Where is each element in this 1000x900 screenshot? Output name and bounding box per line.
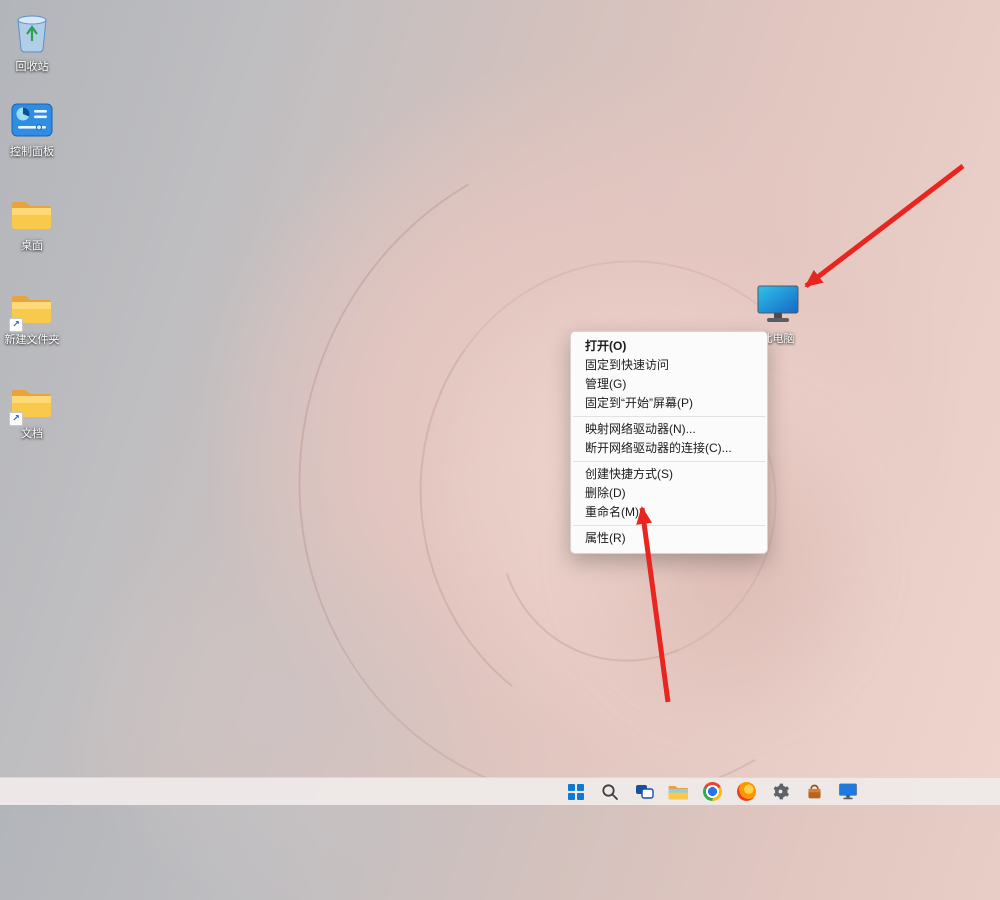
menu-item-pin-quick-access[interactable]: 固定到快速访问 [571,356,767,375]
start-button[interactable] [565,781,587,803]
menu-item-disconnect-network-drive[interactable]: 断开网络驱动器的连接(C)... [571,439,767,458]
menu-separator [573,416,765,417]
folder-icon [11,196,53,238]
desktop-icon-control-panel[interactable]: 控制面板 [0,101,64,159]
desktop-icon-new-folder[interactable]: ↗ 新建文件夹 [0,290,64,347]
shortcut-arrow-icon: ↗ [9,318,23,332]
menu-item-manage[interactable]: 管理(G) [571,375,767,394]
desktop-icon-label: 文档 [0,428,64,441]
control-panel-icon [11,101,53,143]
search-icon [601,783,619,801]
this-pc-icon [755,284,801,326]
arrow-to-this-pc [806,166,963,286]
browser-icon [737,782,756,801]
store-button[interactable] [803,781,825,803]
wallpaper-petal [60,520,480,900]
folder-shortcut-icon: ↗ [11,384,53,426]
menu-item-map-network-drive[interactable]: 映射网络驱动器(N)... [571,420,767,439]
desktop-icon-documents[interactable]: ↗ 文档 [0,384,64,441]
menu-item-delete[interactable]: 删除(D) [571,484,767,503]
context-menu: 打开(O) 固定到快速访问 管理(G) 固定到“开始”屏幕(P) 映射网络驱动器… [570,331,768,554]
store-bag-icon [805,782,824,801]
search-button[interactable] [599,781,621,803]
desktop-icon-label: 控制面板 [0,146,64,159]
shortcut-arrow-icon: ↗ [9,412,23,426]
gear-icon [771,782,790,801]
menu-separator [573,525,765,526]
desktop-icon-recycle-bin[interactable]: 回收站 [0,12,64,74]
menu-separator [573,461,765,462]
desktop-icon-label: 桌面 [0,240,64,253]
task-view-button[interactable] [633,781,655,803]
windows-logo-icon [568,784,584,800]
taskbar [0,777,1000,805]
windows-desktop: { "desktop": { "icons": [ { "label": "回收… [0,0,1000,805]
menu-item-rename[interactable]: 重命名(M) [571,503,767,522]
menu-item-properties[interactable]: 属性(R) [571,529,767,548]
file-explorer-icon [668,783,689,801]
this-pc-taskbar-button[interactable] [837,781,859,803]
chrome-button[interactable] [701,781,723,803]
task-view-icon [635,782,654,801]
monitor-icon [838,783,858,801]
menu-item-open[interactable]: 打开(O) [571,337,767,356]
file-explorer-button[interactable] [667,781,689,803]
browser-button[interactable] [735,781,757,803]
settings-button[interactable] [769,781,791,803]
taskbar-icons [565,780,859,803]
desktop-icon-label: 回收站 [0,61,64,74]
chrome-icon [703,782,722,801]
desktop-icon-desktop-folder[interactable]: 桌面 [0,196,64,253]
menu-item-pin-to-start[interactable]: 固定到“开始”屏幕(P) [571,394,767,413]
annotation-arrows [0,0,1000,805]
recycle-bin-icon [14,12,50,54]
folder-shortcut-icon: ↗ [11,290,53,332]
desktop-icon-label: 新建文件夹 [0,334,64,347]
menu-item-create-shortcut[interactable]: 创建快捷方式(S) [571,465,767,484]
